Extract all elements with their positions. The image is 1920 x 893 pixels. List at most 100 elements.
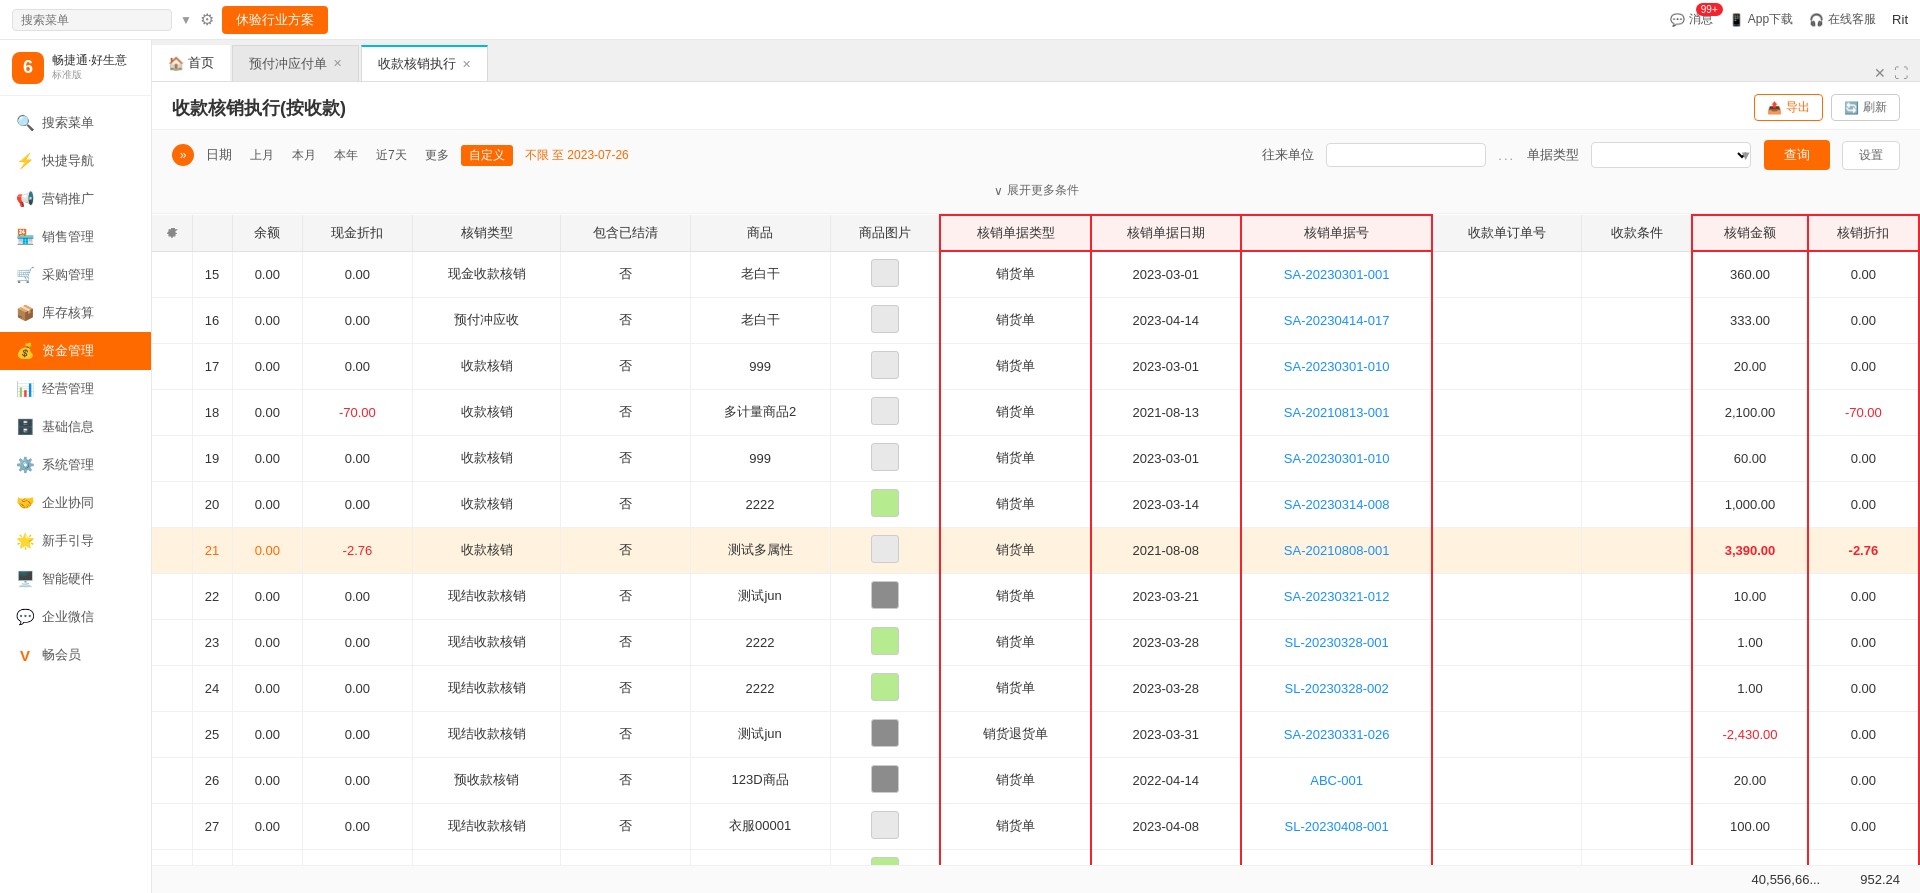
tab-receivable-close[interactable]: ✕ bbox=[462, 58, 471, 71]
tab-prepay-close[interactable]: ✕ bbox=[333, 57, 342, 70]
cancel-bill-no-link[interactable]: SA-20230314-008 bbox=[1284, 497, 1390, 512]
date-range-text: 不限 至 2023-07-26 bbox=[525, 147, 629, 164]
cancel-bill-no-link[interactable]: SA-20230331-026 bbox=[1284, 727, 1390, 742]
tab-prepay[interactable]: 预付冲应付单 ✕ bbox=[232, 45, 359, 81]
cancel-bill-no-link[interactable]: ABC-001 bbox=[1310, 773, 1363, 788]
sidebar-item-member[interactable]: V 畅会员 bbox=[0, 636, 151, 674]
expand-label: 展开更多条件 bbox=[1007, 182, 1079, 199]
filter-collapse-btn[interactable]: » bbox=[172, 144, 194, 166]
sidebar-item-inventory[interactable]: 📦 库存核算 bbox=[0, 294, 151, 332]
table-row: 190.000.00收款核销否999销货单2023-03-01SA-202303… bbox=[152, 435, 1919, 481]
sidebar-label-purchase: 采购管理 bbox=[42, 266, 94, 284]
row-cancel-bill-no[interactable]: SA-20210808-001 bbox=[1241, 527, 1433, 573]
cancel-discount-total: 952.24 bbox=[1860, 872, 1900, 887]
table-gear-icon[interactable] bbox=[164, 225, 180, 241]
last-month-btn[interactable]: 上月 bbox=[244, 145, 280, 166]
row-cancel-bill-no[interactable]: SA-20230301-001 bbox=[1241, 251, 1433, 297]
top-search-input[interactable] bbox=[12, 9, 172, 31]
query-btn[interactable]: 查询 bbox=[1764, 140, 1830, 170]
cancel-bill-no-link[interactable]: SA-20210813-001 bbox=[1284, 405, 1390, 420]
cancel-bill-no-link[interactable]: SA-20230321-012 bbox=[1284, 589, 1390, 604]
sidebar-item-sales[interactable]: 🏪 销售管理 bbox=[0, 218, 151, 256]
this-month-btn[interactable]: 本月 bbox=[286, 145, 322, 166]
row-cancel-bill-no[interactable]: SL-20230328-001 bbox=[1241, 619, 1433, 665]
message-btn[interactable]: 💬 消息 99+ bbox=[1670, 11, 1713, 28]
cancel-bill-no-link[interactable]: SA-20230301-001 bbox=[1284, 267, 1390, 282]
row-cancel-type: 现结收款核销 bbox=[412, 573, 561, 619]
sidebar-item-system[interactable]: ⚙️ 系统管理 bbox=[0, 446, 151, 484]
tab-close-window-btn[interactable]: ✕ bbox=[1874, 65, 1886, 81]
row-cancel-bill-no[interactable]: SA-20230414-017 bbox=[1241, 297, 1433, 343]
this-year-btn[interactable]: 本年 bbox=[328, 145, 364, 166]
sidebar-item-capital[interactable]: 💰 资金管理 bbox=[0, 332, 151, 370]
cancel-bill-no-link[interactable]: SA-20230301-010 bbox=[1284, 359, 1390, 374]
row-seq: 28 bbox=[192, 849, 232, 865]
app-download-btn[interactable]: 📱 App下载 bbox=[1729, 11, 1793, 28]
row-balance: 0.00 bbox=[232, 435, 303, 481]
row-cancel-bill-no[interactable]: SL-20230328-002 bbox=[1241, 665, 1433, 711]
row-include-settled: 否 bbox=[561, 849, 690, 865]
row-cancel-bill-no[interactable]: SA-20230301-010 bbox=[1241, 435, 1433, 481]
row-cancel-bill-no[interactable]: SL-20230418-001 bbox=[1241, 849, 1433, 865]
service-icon: 🎧 bbox=[1809, 13, 1824, 27]
export-btn[interactable]: 📤 导出 bbox=[1754, 94, 1823, 121]
online-service-btn[interactable]: 🎧 在线客服 bbox=[1809, 11, 1876, 28]
sidebar-item-marketing[interactable]: 📢 营销推广 bbox=[0, 180, 151, 218]
app-icon: 📱 bbox=[1729, 13, 1744, 27]
row-cancel-bill-no[interactable]: SL-20230408-001 bbox=[1241, 803, 1433, 849]
row-goods-img bbox=[830, 481, 940, 527]
tab-receivable[interactable]: 收款核销执行 ✕ bbox=[361, 45, 488, 81]
sidebar-item-hardware[interactable]: 🖥️ 智能硬件 bbox=[0, 560, 151, 598]
cancel-bill-no-link[interactable]: SA-20230301-010 bbox=[1284, 451, 1390, 466]
user-name[interactable]: Rit bbox=[1892, 12, 1908, 27]
cancel-bill-no-link[interactable]: SL-20230328-001 bbox=[1285, 635, 1389, 650]
row-goods-img bbox=[830, 389, 940, 435]
sidebar-item-quick-nav[interactable]: ⚡ 快捷导航 bbox=[0, 142, 151, 180]
table-body: 150.000.00现金收款核销否老白干销货单2023-03-01SA-2023… bbox=[152, 251, 1919, 865]
row-cancel-bill-no[interactable]: SA-20230301-010 bbox=[1241, 343, 1433, 389]
setting-btn[interactable]: 设置 bbox=[1842, 141, 1900, 170]
row-cancel-bill-date: 2023-04-14 bbox=[1091, 297, 1241, 343]
more-btn[interactable]: 更多 bbox=[419, 145, 455, 166]
sidebar-item-base-info[interactable]: 🗄️ 基础信息 bbox=[0, 408, 151, 446]
sidebar-item-wechat[interactable]: 💬 企业微信 bbox=[0, 598, 151, 636]
quick-nav-icon: ⚡ bbox=[16, 152, 34, 170]
table-header-row: 余额 现金折扣 核销类型 包含已结清 商品 商品图片 核销单据类型 核销单据日期… bbox=[152, 215, 1919, 251]
tab-maximize-btn[interactable]: ⛶ bbox=[1894, 65, 1908, 81]
row-cash-discount: -2.76 bbox=[303, 527, 413, 573]
sidebar-item-purchase[interactable]: 🛒 采购管理 bbox=[0, 256, 151, 294]
row-cancel-discount: -70.00 bbox=[1808, 389, 1919, 435]
goods-image bbox=[871, 581, 899, 609]
row-cancel-bill-no[interactable]: SA-20230321-012 bbox=[1241, 573, 1433, 619]
expand-conditions[interactable]: ∨ 展开更多条件 bbox=[172, 178, 1900, 203]
dropdown-arrow[interactable]: ▼ bbox=[180, 13, 192, 27]
th-cancel-discount: 核销折扣 bbox=[1808, 215, 1919, 251]
cancel-bill-no-link[interactable]: SL-20230328-002 bbox=[1285, 681, 1389, 696]
industry-btn[interactable]: 休验行业方案 bbox=[222, 6, 328, 34]
cancel-bill-no-link[interactable]: SA-20230414-017 bbox=[1284, 313, 1390, 328]
row-cancel-bill-no[interactable]: SA-20230331-026 bbox=[1241, 711, 1433, 757]
sidebar-item-guide[interactable]: 🌟 新手引导 bbox=[0, 522, 151, 560]
row-cancel-type: 现结收款核销 bbox=[412, 849, 561, 865]
row-cash-discount: 0.00 bbox=[303, 573, 413, 619]
last7-btn[interactable]: 近7天 bbox=[370, 145, 413, 166]
gear-icon[interactable]: ⚙ bbox=[200, 10, 214, 29]
tab-home[interactable]: 🏠 首页 bbox=[152, 45, 230, 81]
cancel-bill-no-link[interactable]: SA-20210808-001 bbox=[1284, 543, 1390, 558]
th-cancel-type: 核销类型 bbox=[412, 215, 561, 251]
refresh-btn[interactable]: 🔄 刷新 bbox=[1831, 94, 1900, 121]
row-cancel-bill-no[interactable]: ABC-001 bbox=[1241, 757, 1433, 803]
cancel-bill-no-link[interactable]: SL-20230408-001 bbox=[1285, 819, 1389, 834]
row-cancel-bill-no[interactable]: SA-20230314-008 bbox=[1241, 481, 1433, 527]
sidebar-item-enterprise[interactable]: 🤝 企业协同 bbox=[0, 484, 151, 522]
row-receipt-order-no bbox=[1432, 527, 1581, 573]
sidebar-item-operations[interactable]: 📊 经营管理 bbox=[0, 370, 151, 408]
from-unit-input[interactable] bbox=[1326, 143, 1486, 167]
bill-type-select[interactable] bbox=[1591, 142, 1751, 168]
table-wrapper[interactable]: 余额 现金折扣 核销类型 包含已结清 商品 商品图片 核销单据类型 核销单据日期… bbox=[152, 214, 1920, 865]
sidebar-item-search[interactable]: 🔍 搜索菜单 bbox=[0, 104, 151, 142]
custom-btn[interactable]: 自定义 bbox=[461, 145, 513, 166]
row-cancel-bill-no[interactable]: SA-20210813-001 bbox=[1241, 389, 1433, 435]
table-row: 260.000.00预收款核销否123D商品销货单2022-04-14ABC-0… bbox=[152, 757, 1919, 803]
row-cancel-amount: 1,000.00 bbox=[1692, 481, 1808, 527]
